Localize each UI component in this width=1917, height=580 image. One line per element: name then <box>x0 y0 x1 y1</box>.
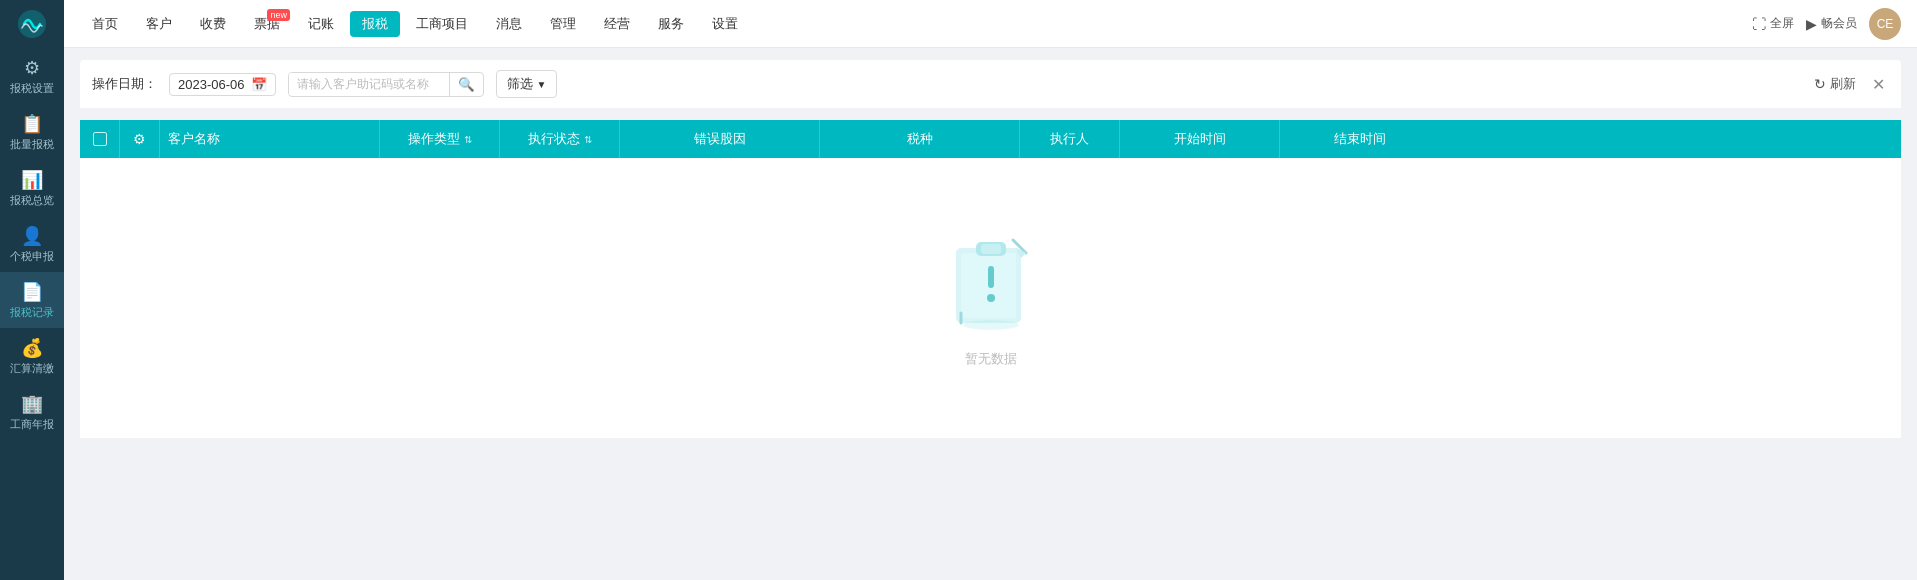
select-all-checkbox[interactable] <box>93 132 107 146</box>
refresh-button[interactable]: ↻ 刷新 <box>1814 75 1856 93</box>
video-icon: ▶ <box>1806 16 1817 32</box>
sidebar-item-huisuan-jiaona[interactable]: 💰 汇算清缴 <box>0 328 64 384</box>
th-op-type-label: 操作类型 <box>408 130 460 148</box>
nav-item-jingying[interactable]: 经营 <box>592 11 642 37</box>
member-label: 畅会员 <box>1821 15 1857 32</box>
nav-item-gongshang[interactable]: 工商项目 <box>404 11 480 37</box>
sidebar-item-label: 个税申报 <box>10 250 54 263</box>
th-customer: 客户名称 <box>160 120 380 158</box>
sidebar-item-baoshui-shezhi[interactable]: ⚙ 报税设置 <box>0 48 64 104</box>
th-start-time-label: 开始时间 <box>1174 130 1226 148</box>
empty-state: 暂无数据 <box>80 158 1901 438</box>
sidebar-item-label: 批量报税 <box>10 138 54 151</box>
fullscreen-icon: ⛶ <box>1752 16 1766 32</box>
empty-icon <box>941 228 1041 338</box>
nav-item-shouye[interactable]: 首页 <box>80 11 130 37</box>
fullscreen-label: 全屏 <box>1770 15 1794 32</box>
batch-tax-icon: 📋 <box>21 113 43 135</box>
member-button[interactable]: ▶ 畅会员 <box>1806 15 1857 32</box>
search-button[interactable]: 🔍 <box>449 73 483 96</box>
page-content: 操作日期： 2023-06-06 📅 🔍 筛选 ▼ ↻ <box>64 48 1917 580</box>
avatar[interactable]: CE <box>1869 8 1901 40</box>
date-label: 操作日期： <box>92 75 157 93</box>
sidebar-item-label: 工商年报 <box>10 418 54 431</box>
topnav-right: ⛶ 全屏 ▶ 畅会员 CE <box>1752 8 1901 40</box>
nav-item-shoufei[interactable]: 收费 <box>188 11 238 37</box>
content-area: 操作日期： 2023-06-06 📅 🔍 筛选 ▼ ↻ <box>64 48 1917 580</box>
th-end-time: 结束时间 <box>1280 120 1440 158</box>
th-executor: 执行人 <box>1020 120 1120 158</box>
sidebar-item-label: 汇算清缴 <box>10 362 54 375</box>
sidebar-item-baoshui-zonglan[interactable]: 📊 报税总览 <box>0 160 64 216</box>
tax-record-icon: 📄 <box>21 281 43 303</box>
annual-report-icon: 🏢 <box>21 393 43 415</box>
table-wrapper: ⚙ 客户名称 操作类型 ⇅ 执行状态 ⇅ 错误股因 <box>80 120 1901 438</box>
th-end-time-label: 结束时间 <box>1334 130 1386 148</box>
new-badge: new <box>267 9 290 22</box>
th-checkbox[interactable] <box>80 120 120 158</box>
nav-item-kehu[interactable]: 客户 <box>134 11 184 37</box>
search-icon: 🔍 <box>458 77 475 92</box>
personal-tax-icon: 👤 <box>21 225 43 247</box>
fullscreen-button[interactable]: ⛶ 全屏 <box>1752 15 1794 32</box>
svg-point-9 <box>963 320 1019 330</box>
th-error-reason: 错误股因 <box>620 120 820 158</box>
svg-point-6 <box>987 294 995 302</box>
th-start-time: 开始时间 <box>1120 120 1280 158</box>
topnav-items: 首页 客户 收费 票据 new 记账 报税 工商项目 消息 管理 经营 服务 设… <box>80 11 1752 37</box>
th-customer-label: 客户名称 <box>168 130 220 148</box>
sidebar-item-geshuishenba[interactable]: 👤 个税申报 <box>0 216 64 272</box>
th-exec-status-label: 执行状态 <box>528 130 580 148</box>
sort-icon: ⇅ <box>584 134 592 145</box>
search-input[interactable] <box>289 73 449 95</box>
overview-icon: 📊 <box>21 169 43 191</box>
nav-item-shezhi[interactable]: 设置 <box>700 11 750 37</box>
sidebar-item-label: 报税设置 <box>10 82 54 95</box>
svg-rect-4 <box>981 244 1001 254</box>
settlement-icon: 💰 <box>21 337 43 359</box>
chevron-down-icon: ▼ <box>537 79 547 90</box>
nav-item-fuwu[interactable]: 服务 <box>646 11 696 37</box>
th-op-type[interactable]: 操作类型 ⇅ <box>380 120 500 158</box>
toolbar: 操作日期： 2023-06-06 📅 🔍 筛选 ▼ ↻ <box>80 60 1901 108</box>
nav-item-piaoju[interactable]: 票据 new <box>242 11 292 37</box>
main-wrapper: 首页 客户 收费 票据 new 记账 报税 工商项目 消息 管理 经营 服务 设… <box>64 0 1917 580</box>
sidebar: ⚙ 报税设置 📋 批量报税 📊 报税总览 👤 个税申报 📄 报税记录 💰 汇算清… <box>0 0 64 580</box>
svg-rect-5 <box>988 266 994 288</box>
th-exec-status[interactable]: 执行状态 ⇅ <box>500 120 620 158</box>
date-value: 2023-06-06 <box>178 77 245 92</box>
refresh-icon: ↻ <box>1814 76 1826 92</box>
nav-item-jizhang[interactable]: 记账 <box>296 11 346 37</box>
sidebar-item-baoshui-jilu[interactable]: 📄 报税记录 <box>0 272 64 328</box>
search-box: 🔍 <box>288 72 484 97</box>
filter-button[interactable]: 筛选 ▼ <box>496 70 558 98</box>
sidebar-item-gongshang-nianba[interactable]: 🏢 工商年报 <box>0 384 64 440</box>
sidebar-item-label: 报税记录 <box>10 306 54 319</box>
th-tax-type: 税种 <box>820 120 1020 158</box>
refresh-label: 刷新 <box>1830 75 1856 93</box>
sort-icon: ⇅ <box>464 134 472 145</box>
th-tax-type-label: 税种 <box>907 130 933 148</box>
nav-item-xiaoxi[interactable]: 消息 <box>484 11 534 37</box>
th-executor-label: 执行人 <box>1050 130 1089 148</box>
calendar-icon: 📅 <box>251 77 267 92</box>
sidebar-item-piliang-baoshui[interactable]: 📋 批量报税 <box>0 104 64 160</box>
th-settings: ⚙ <box>120 120 160 158</box>
sidebar-logo <box>0 0 64 48</box>
th-error-label: 错误股因 <box>694 130 746 148</box>
table-header: ⚙ 客户名称 操作类型 ⇅ 执行状态 ⇅ 错误股因 <box>80 120 1901 158</box>
sidebar-item-label: 报税总览 <box>10 194 54 207</box>
empty-text: 暂无数据 <box>965 350 1017 368</box>
nav-item-baoshui[interactable]: 报税 <box>350 11 400 37</box>
topnav: 首页 客户 收费 票据 new 记账 报税 工商项目 消息 管理 经营 服务 设… <box>64 0 1917 48</box>
gear-icon: ⚙ <box>133 131 146 147</box>
close-button[interactable]: ✕ <box>1868 73 1889 96</box>
date-picker[interactable]: 2023-06-06 📅 <box>169 73 276 96</box>
filter-label: 筛选 <box>507 75 533 93</box>
nav-item-guanli[interactable]: 管理 <box>538 11 588 37</box>
settings-icon: ⚙ <box>24 57 40 79</box>
